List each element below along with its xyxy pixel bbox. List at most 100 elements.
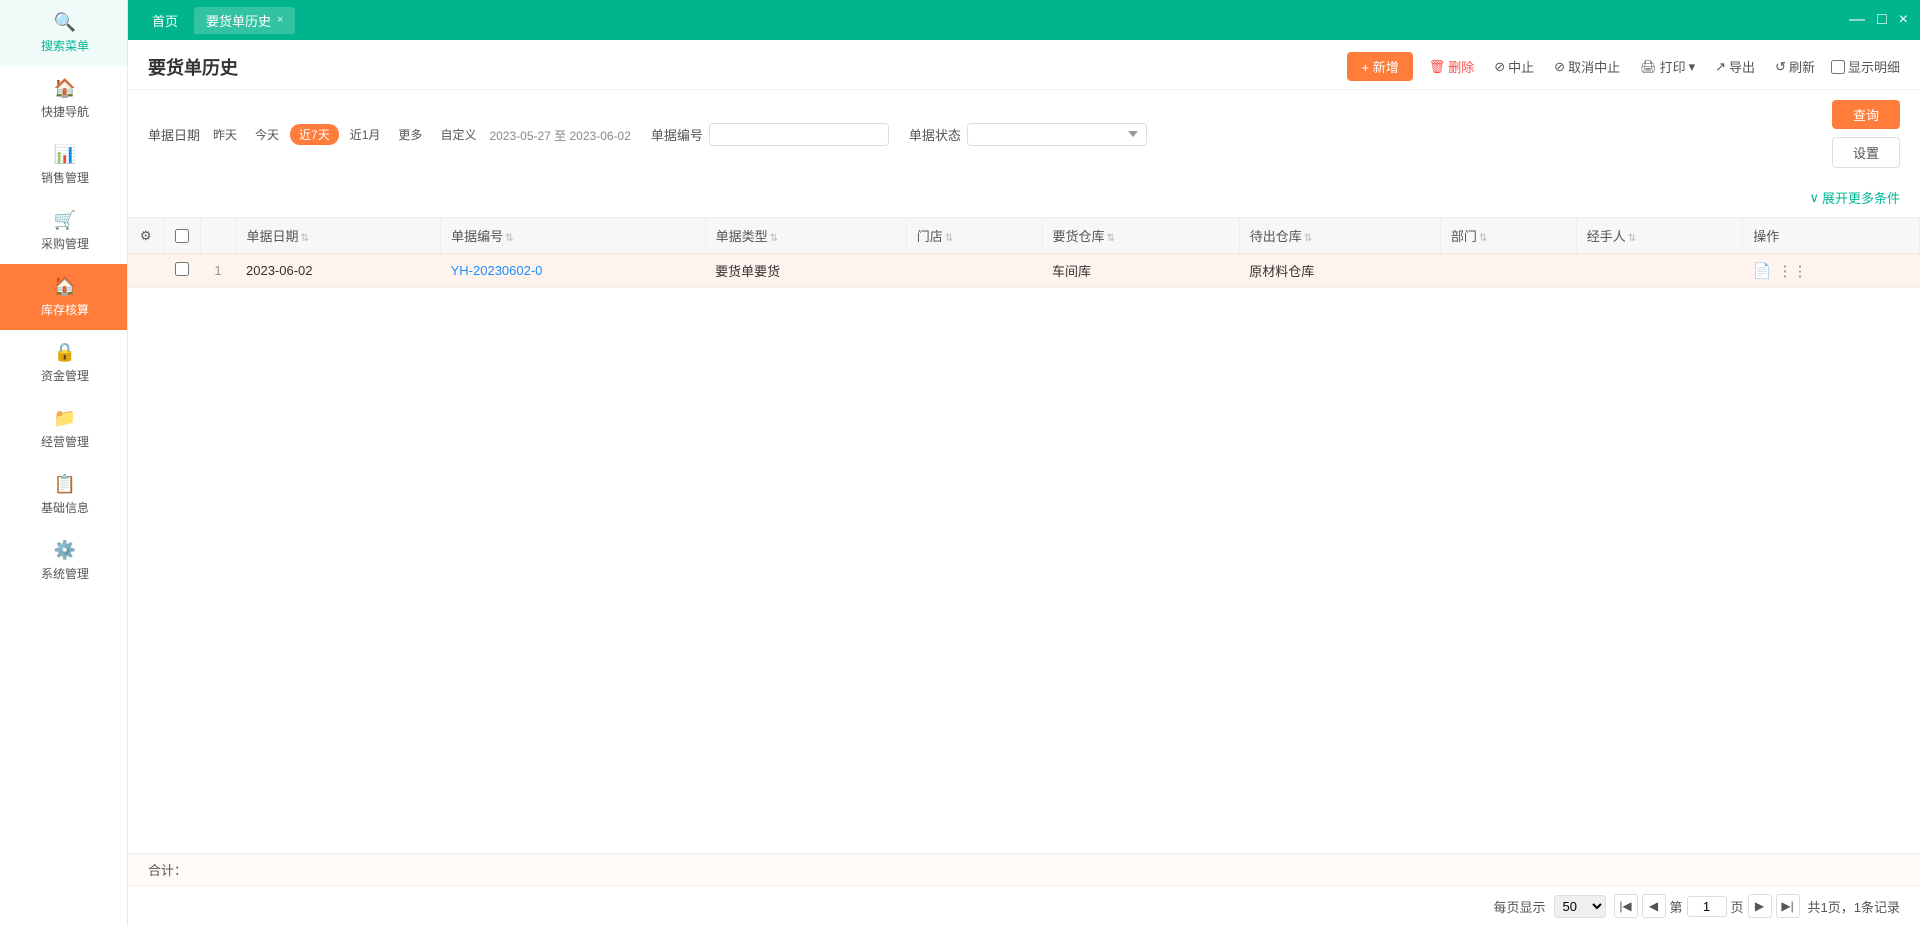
delete-button[interactable]: 🗑 删除 xyxy=(1425,55,1479,78)
new-button[interactable]: + 新增 xyxy=(1347,52,1412,81)
th-settings[interactable]: ⚙ xyxy=(128,218,164,254)
sort-icon-handler: ⇅ xyxy=(1628,233,1636,244)
topbar-right: — □ × xyxy=(1849,11,1908,29)
first-page-button[interactable]: |◀ xyxy=(1614,894,1638,918)
table-row: 1 2023-06-02 YH-20230602-0 要货单要货 车间库 原材料… xyxy=(128,254,1920,288)
td-doc-no[interactable]: YH-20230602-0 xyxy=(441,254,705,288)
sidebar-item-purchase[interactable]: 🛒 采购管理 xyxy=(0,198,127,264)
date-btn-7days[interactable]: 近7天 xyxy=(290,124,339,145)
refresh-icon: ↺ xyxy=(1775,59,1786,75)
window-close-icon[interactable]: × xyxy=(1899,11,1908,29)
sidebar-item-label: 资金管理 xyxy=(41,367,89,384)
filter-area: 单据日期 昨天 今天 近7天 近1月 更多 自定义 2023-05-27 至 2… xyxy=(128,90,1920,218)
sidebar-item-basic-info[interactable]: 📋 基础信息 xyxy=(0,462,127,528)
expand-more-icon: ∨ xyxy=(1809,190,1819,206)
table-body: 1 2023-06-02 YH-20230602-0 要货单要货 车间库 原材料… xyxy=(128,254,1920,288)
tab-home-label: 首页 xyxy=(152,11,178,30)
per-page-select[interactable]: 50 20 100 200 xyxy=(1554,895,1606,918)
toolbar: + 新增 🗑 删除 ⊘ 中止 ⊘ 取消中止 🖨 打印 ▾ xyxy=(1347,52,1900,81)
tab-close-icon[interactable]: × xyxy=(277,14,283,26)
row-checkbox[interactable] xyxy=(175,262,189,276)
th-store[interactable]: 门店⇅ xyxy=(906,218,1042,254)
sidebar-item-finance[interactable]: 🔒 资金管理 xyxy=(0,330,127,396)
th-department[interactable]: 部门⇅ xyxy=(1440,218,1576,254)
status-filter-select[interactable] xyxy=(967,123,1147,146)
th-req-warehouse[interactable]: 要货仓库⇅ xyxy=(1042,218,1239,254)
sidebar-item-search-menu[interactable]: 🔍 搜索菜单 xyxy=(0,0,127,66)
td-doc-date: 2023-06-02 xyxy=(236,254,441,288)
page-header: 要货单历史 + 新增 🗑 删除 ⊘ 中止 ⊘ 取消中止 🖨 打印 xyxy=(128,40,1920,90)
sidebar-item-label: 搜索菜单 xyxy=(41,37,89,54)
window-maximize-icon[interactable]: □ xyxy=(1877,11,1887,29)
sidebar: 🔍 搜索菜单 🏠 快捷导航 📊 销售管理 🛒 采购管理 🏠 库存核算 🔒 资金管… xyxy=(0,0,128,926)
stop-button[interactable]: ⊘ 中止 xyxy=(1490,55,1538,78)
sidebar-item-label: 经营管理 xyxy=(41,433,89,450)
refresh-button[interactable]: ↺ 刷新 xyxy=(1771,55,1819,78)
date-shortcuts: 昨天 今天 近7天 近1月 更多 自定义 xyxy=(206,124,483,145)
sort-icon-req-wh: ⇅ xyxy=(1107,233,1115,244)
row-view-icon[interactable]: 📄 xyxy=(1753,262,1772,280)
date-btn-more[interactable]: 更多 xyxy=(391,124,429,145)
td-settings xyxy=(128,254,164,288)
date-btn-today[interactable]: 今天 xyxy=(248,124,286,145)
sidebar-item-sales[interactable]: 📊 销售管理 xyxy=(0,132,127,198)
sidebar-item-inventory[interactable]: 🏠 库存核算 xyxy=(0,264,127,330)
row-more-icon[interactable]: ⋮⋮ xyxy=(1777,262,1807,280)
date-btn-custom[interactable]: 自定义 xyxy=(433,124,483,145)
td-doc-type: 要货单要货 xyxy=(705,254,906,288)
next-page-button[interactable]: ▶ xyxy=(1748,894,1772,918)
sidebar-item-label: 库存核算 xyxy=(41,301,89,318)
th-pending-warehouse[interactable]: 待出仓库⇅ xyxy=(1239,218,1440,254)
cancel-stop-button[interactable]: ⊘ 取消中止 xyxy=(1550,55,1624,78)
sort-icon-docno: ⇅ xyxy=(505,233,513,244)
show-detail-checkbox[interactable] xyxy=(1831,60,1845,74)
date-filter-group: 单据日期 昨天 今天 近7天 近1月 更多 自定义 2023-05-27 至 2… xyxy=(148,124,631,145)
sidebar-item-operations[interactable]: 📁 经营管理 xyxy=(0,396,127,462)
tab-home[interactable]: 首页 xyxy=(140,7,190,34)
expand-more-button[interactable]: ∨ 展开更多条件 xyxy=(1809,188,1900,207)
query-button[interactable]: 查询 xyxy=(1832,100,1900,129)
th-checkbox[interactable] xyxy=(164,218,200,254)
date-filter-label: 单据日期 xyxy=(148,125,200,144)
th-doc-date[interactable]: 单据日期⇅ xyxy=(236,218,441,254)
system-icon: ⚙️ xyxy=(54,540,76,561)
tab-requisition-history[interactable]: 要货单历史 × xyxy=(194,7,295,34)
select-all-checkbox[interactable] xyxy=(175,229,189,243)
td-num: 1 xyxy=(200,254,236,288)
export-icon: ↗ xyxy=(1715,59,1726,75)
sort-icon-type: ⇅ xyxy=(770,233,778,244)
summary-label: 合计： xyxy=(148,860,187,879)
th-handler[interactable]: 经手人⇅ xyxy=(1576,218,1743,254)
total-info: 共1页，1条记录 xyxy=(1808,897,1900,916)
main-area: 首页 要货单历史 × — □ × 要货单历史 + 新增 🗑 删除 ⊘ xyxy=(128,0,1920,926)
sort-icon-pend-wh: ⇅ xyxy=(1304,233,1312,244)
export-button[interactable]: ↗ 导出 xyxy=(1711,55,1759,78)
td-pending-warehouse: 原材料仓库 xyxy=(1239,254,1440,288)
sidebar-item-system[interactable]: ⚙️ 系统管理 xyxy=(0,528,127,594)
last-page-button[interactable]: ▶| xyxy=(1776,894,1800,918)
main-table: ⚙ 单据日期⇅ 单据编号⇅ 单据类型⇅ xyxy=(128,218,1920,288)
page-input[interactable] xyxy=(1687,896,1727,917)
th-doc-no[interactable]: 单据编号⇅ xyxy=(441,218,705,254)
sidebar-item-quick-nav[interactable]: 🏠 快捷导航 xyxy=(0,66,127,132)
th-doc-type[interactable]: 单据类型⇅ xyxy=(705,218,906,254)
td-checkbox[interactable] xyxy=(164,254,200,288)
delete-icon: 🗑 xyxy=(1429,59,1446,75)
print-button[interactable]: 🖨 打印 ▾ xyxy=(1636,55,1699,78)
print-icon: 🖨 xyxy=(1640,59,1657,75)
window-minimize-icon[interactable]: — xyxy=(1849,11,1865,29)
per-page-label: 每页显示 xyxy=(1493,897,1545,916)
operations-icon: 📁 xyxy=(54,408,76,429)
setting-button[interactable]: 设置 xyxy=(1832,137,1900,168)
pagination: 每页显示 50 20 100 200 |◀ ◀ 第 页 ▶ ▶| 共1页，1条记… xyxy=(128,885,1920,926)
prev-page-button[interactable]: ◀ xyxy=(1642,894,1666,918)
show-detail-toggle[interactable]: 显示明细 xyxy=(1831,57,1900,76)
docno-filter-input[interactable] xyxy=(709,123,889,146)
filter-row-1: 单据日期 昨天 今天 近7天 近1月 更多 自定义 2023-05-27 至 2… xyxy=(148,100,1900,168)
date-btn-1month[interactable]: 近1月 xyxy=(343,124,388,145)
print-dropdown-icon: ▾ xyxy=(1689,59,1696,75)
basic-info-icon: 📋 xyxy=(54,474,76,495)
sort-icon-dept: ⇅ xyxy=(1479,233,1487,244)
filter-row-2: ∨ 展开更多条件 xyxy=(148,188,1900,207)
date-btn-yesterday[interactable]: 昨天 xyxy=(206,124,244,145)
